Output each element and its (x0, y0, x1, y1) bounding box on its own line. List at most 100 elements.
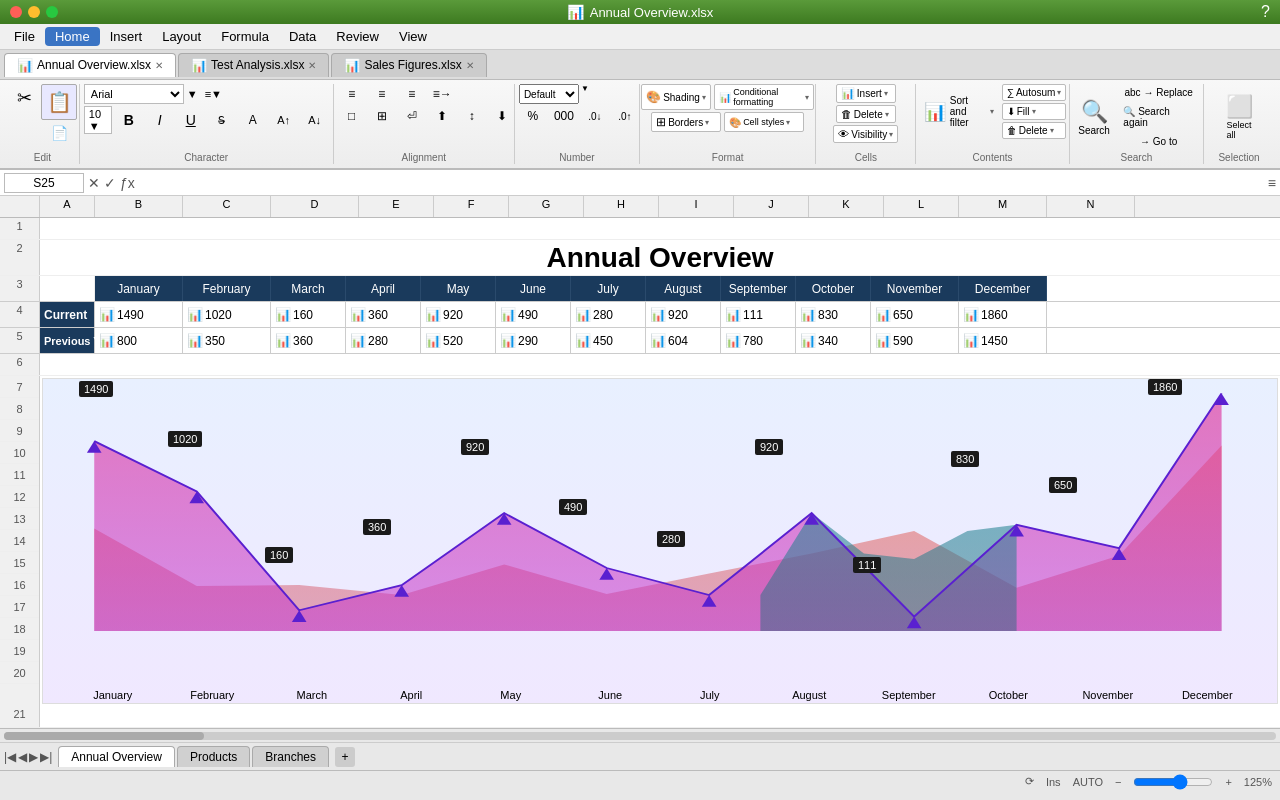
tab-annual-overview[interactable]: 📊 Annual Overview.xlsx ✕ (4, 53, 176, 77)
select-all-btn[interactable]: ⬜ Selectall (1214, 92, 1264, 142)
fill-btn[interactable]: ⬇Fill▾ (1002, 103, 1067, 120)
menu-view[interactable]: View (389, 27, 437, 46)
font-size-small-btn[interactable]: A↓ (301, 111, 329, 129)
prev-aug[interactable]: 📊604 (646, 328, 721, 353)
delete-content-btn[interactable]: 🗑Delete▾ (1002, 122, 1067, 139)
menu-review[interactable]: Review (326, 27, 389, 46)
formula-input[interactable] (139, 173, 1268, 193)
zoom-out-btn[interactable]: − (1115, 776, 1121, 788)
menu-data[interactable]: Data (279, 27, 326, 46)
col-header-B[interactable]: B (95, 196, 183, 217)
function-btn[interactable]: ƒx (120, 175, 135, 191)
current-jun[interactable]: 📊490 (496, 302, 571, 327)
current-mar[interactable]: 📊160 (271, 302, 346, 327)
menu-insert[interactable]: Insert (100, 27, 153, 46)
strikethrough-button[interactable]: S̶ (208, 111, 236, 130)
last-sheet-btn[interactable]: ▶| (40, 750, 52, 764)
col-header-K[interactable]: K (809, 196, 884, 217)
col-header-N[interactable]: N (1047, 196, 1135, 217)
current-feb[interactable]: 📊1020 (183, 302, 271, 327)
current-sep[interactable]: 📊111 (721, 302, 796, 327)
tab-close-test[interactable]: ✕ (308, 60, 316, 71)
font-color-btn[interactable]: A (239, 110, 267, 130)
align-center-btn[interactable]: ≡ (368, 84, 396, 104)
first-sheet-btn[interactable]: |◀ (4, 750, 16, 764)
search-button[interactable]: 🔍 Search (1074, 96, 1115, 139)
formula-expand-btn[interactable]: ≡ (1268, 175, 1276, 191)
menu-formula[interactable]: Formula (211, 27, 279, 46)
prev-sheet-btn[interactable]: ◀ (18, 750, 27, 764)
align-middle-btn[interactable]: ↕ (458, 106, 486, 126)
tab-close-annual[interactable]: ✕ (155, 60, 163, 71)
current-apr[interactable]: 📊360 (346, 302, 421, 327)
spreadsheet-grid[interactable]: 1 2 Annual Overview 3 January February M… (0, 218, 1280, 728)
font-name-select[interactable]: Arial (84, 84, 184, 104)
prev-apr[interactable]: 📊280 (346, 328, 421, 353)
font-size-display[interactable]: 10 ▼ (84, 106, 112, 134)
col-header-D[interactable]: D (271, 196, 359, 217)
underline-button[interactable]: U (177, 109, 205, 131)
formula-cancel-btn[interactable]: ✕ (88, 175, 100, 191)
col-header-M[interactable]: M (959, 196, 1047, 217)
tab-close-sales[interactable]: ✕ (466, 60, 474, 71)
sheet-tab-annual[interactable]: Annual Overview (58, 746, 175, 767)
cell-reference[interactable] (4, 173, 84, 193)
go-to-btn[interactable]: → Go to (1118, 133, 1199, 150)
percent-btn[interactable]: % (519, 106, 547, 126)
add-sheet-btn[interactable]: + (335, 747, 355, 767)
copy-button[interactable]: 📄 (41, 122, 77, 144)
sheet-tab-products[interactable]: Products (177, 746, 250, 767)
shading-btn[interactable]: 🎨 Shading ▾ (641, 84, 711, 110)
prev-sep[interactable]: 📊780 (721, 328, 796, 353)
menu-home[interactable]: Home (45, 27, 100, 46)
help-button[interactable]: ? (1261, 3, 1270, 21)
cell-styles-btn[interactable]: 🎨 Cell styles ▾ (724, 112, 804, 132)
col-header-I[interactable]: I (659, 196, 734, 217)
delete-cells-btn[interactable]: 🗑 Delete ▾ (836, 105, 896, 123)
col-header-A[interactable]: A (40, 196, 95, 217)
sort-filter-btn[interactable]: 📊 Sort andfilter ▾ (919, 92, 999, 131)
number-format-select[interactable]: Default (519, 84, 579, 104)
merge-btn[interactable]: ⊞ (368, 106, 396, 126)
col-header-F[interactable]: F (434, 196, 509, 217)
h-scrollbar[interactable] (0, 728, 1280, 742)
decrease-decimal-btn[interactable]: .0↓ (581, 106, 609, 126)
align-left-btn[interactable]: ≡ (338, 84, 366, 104)
conditional-format-btn[interactable]: 📊 Conditional formatting ▾ (714, 84, 814, 110)
italic-button[interactable]: I (146, 109, 174, 131)
insert-btn[interactable]: 📊 Insert ▾ (836, 84, 896, 103)
menu-layout[interactable]: Layout (152, 27, 211, 46)
current-nov[interactable]: 📊650 (871, 302, 959, 327)
align-right-btn[interactable]: ≡ (398, 84, 426, 104)
col-header-G[interactable]: G (509, 196, 584, 217)
align-top-btn[interactable]: ⬆ (428, 106, 456, 126)
prev-mar[interactable]: 📊360 (271, 328, 346, 353)
borders-btn[interactable]: ⊞ Borders ▾ (651, 112, 721, 132)
bold-button[interactable]: B (115, 109, 143, 131)
sheet-tab-branches[interactable]: Branches (252, 746, 329, 767)
close-button[interactable] (10, 6, 22, 18)
autosum-btn[interactable]: ∑Autosum▾ (1002, 84, 1067, 101)
font-size-large-btn[interactable]: A↑ (270, 111, 298, 129)
prev-may[interactable]: 📊520 (421, 328, 496, 353)
prev-nov[interactable]: 📊590 (871, 328, 959, 353)
prev-dec[interactable]: 📊1450 (959, 328, 1047, 353)
current-dec[interactable]: 📊1860 (959, 302, 1047, 327)
replace-btn[interactable]: abc → Replace (1118, 84, 1199, 101)
current-may[interactable]: 📊920 (421, 302, 496, 327)
prev-jan[interactable]: 📊800 (95, 328, 183, 353)
number-format-arrow[interactable]: ▼ (581, 84, 589, 104)
sheet-nav[interactable]: |◀ ◀ ▶ ▶| (4, 750, 52, 764)
current-jul[interactable]: 📊280 (571, 302, 646, 327)
cut-button[interactable]: ✂ (10, 84, 38, 112)
col-header-C[interactable]: C (183, 196, 271, 217)
tab-test-analysis[interactable]: 📊 Test Analysis.xlsx ✕ (178, 53, 329, 77)
prev-jun[interactable]: 📊290 (496, 328, 571, 353)
prev-oct[interactable]: 📊340 (796, 328, 871, 353)
font-options-btn[interactable]: ≡▼ (205, 88, 222, 100)
prev-jul[interactable]: 📊450 (571, 328, 646, 353)
col-header-H[interactable]: H (584, 196, 659, 217)
wrap-btn[interactable]: ⏎ (398, 106, 426, 126)
window-controls[interactable] (10, 6, 58, 18)
current-jan[interactable]: 📊1490 (95, 302, 183, 327)
